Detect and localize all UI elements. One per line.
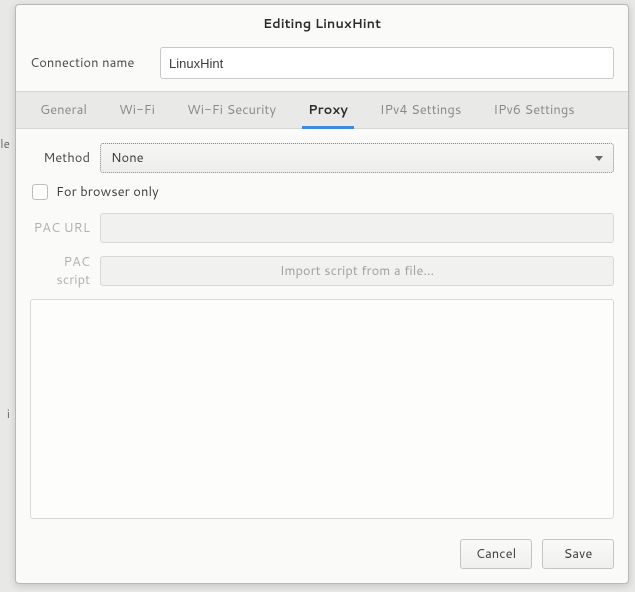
background-fragment: i (0, 405, 10, 425)
pac-url-label: PAC URL (30, 219, 100, 237)
browser-only-checkbox[interactable] (32, 184, 48, 200)
tab-bar: General Wi-Fi Wi-Fi Security Proxy IPv4 … (16, 91, 628, 129)
chevron-down-icon (595, 156, 603, 161)
connection-name-label: Connection name (30, 54, 160, 72)
connection-name-input[interactable] (160, 47, 614, 79)
cancel-button[interactable]: Cancel (460, 539, 532, 569)
pac-url-row: PAC URL (30, 213, 614, 243)
connection-name-row: Connection name (16, 47, 628, 91)
background-fragment: le (0, 135, 10, 155)
import-script-button: Import script from a file... (100, 256, 614, 286)
dialog-footer: Cancel Save (16, 529, 628, 583)
dialog-title: Editing LinuxHint (16, 5, 628, 47)
proxy-panel: Method None For browser only PAC URL PAC… (16, 129, 628, 529)
tab-wifi[interactable]: Wi-Fi (103, 92, 171, 128)
tab-ipv6-settings[interactable]: IPv6 Settings (477, 92, 590, 128)
tab-ipv4-settings[interactable]: IPv4 Settings (364, 92, 477, 128)
pac-script-textarea (30, 299, 614, 519)
tab-wifi-security[interactable]: Wi-Fi Security (171, 92, 292, 128)
browser-only-row: For browser only (30, 183, 614, 201)
pac-script-label: PAC script (30, 253, 100, 289)
browser-only-label: For browser only (56, 183, 159, 201)
pac-script-row: PAC script Import script from a file... (30, 253, 614, 289)
tab-general[interactable]: General (24, 92, 103, 128)
method-label: Method (30, 149, 100, 167)
tab-proxy[interactable]: Proxy (292, 92, 364, 128)
method-row: Method None (30, 143, 614, 173)
method-value: None (111, 149, 144, 167)
pac-url-input (100, 213, 614, 243)
save-button[interactable]: Save (542, 539, 614, 569)
method-combo[interactable]: None (100, 143, 614, 173)
edit-connection-dialog: Editing LinuxHint Connection name Genera… (15, 4, 629, 584)
